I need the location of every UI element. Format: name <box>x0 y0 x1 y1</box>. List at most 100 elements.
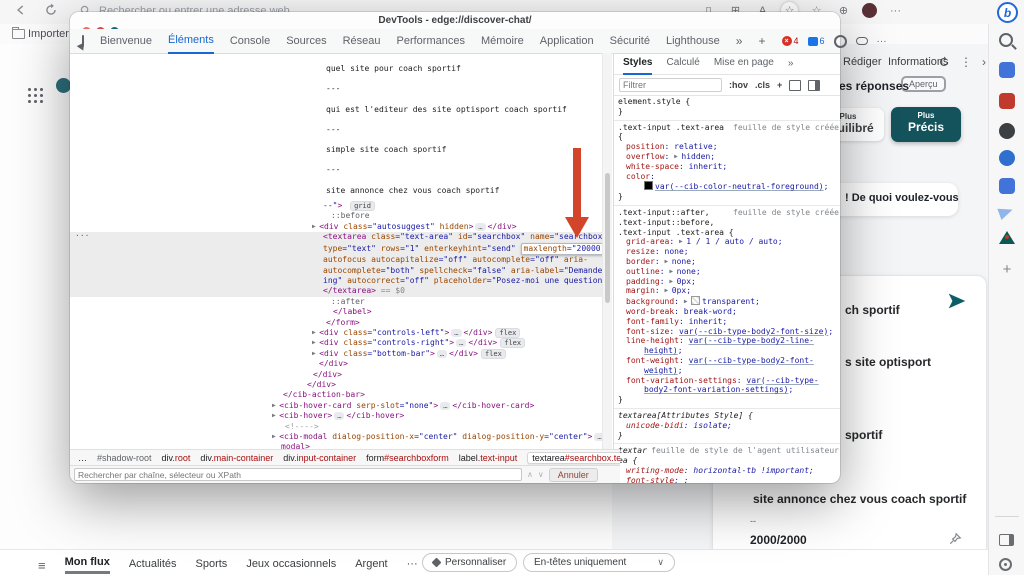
dom-tree-row[interactable]: </form> <box>70 318 612 328</box>
dom-tree-row[interactable]: --"> grid <box>70 201 612 211</box>
css-line[interactable]: resize: none; <box>614 247 840 257</box>
styles-tab-mise en page[interactable]: Mise en page <box>714 53 774 73</box>
breadcrumb-item[interactable]: … <box>78 453 87 463</box>
css-line[interactable]: font-variation-settings: var(--cib-type- <box>614 376 840 386</box>
css-line[interactable]: .text-input .text-area { <box>614 228 840 238</box>
styles-more-tabs-icon[interactable]: » <box>788 54 794 74</box>
sidebar-panel-icon[interactable] <box>999 534 1014 546</box>
breadcrumb-item[interactable]: div.input-container <box>283 453 356 463</box>
reload-icon[interactable] <box>44 3 58 17</box>
css-line[interactable]: line-height: var(--cib-type-body2-line- <box>614 336 840 346</box>
attribute-edit-box[interactable]: maxlength="20000" <box>521 243 609 255</box>
css-line[interactable]: height); <box>614 346 840 356</box>
styles-tab-calculé[interactable]: Calculé <box>666 53 699 73</box>
dom-tree-row[interactable]: ▶ <cib-hover-card serp-slot="none">…</ci… <box>70 401 612 411</box>
css-line[interactable]: textarea[Attributes Style] { <box>614 411 840 421</box>
devtools-tab-performances[interactable]: Performances <box>397 30 465 53</box>
sidebar-tag-icon[interactable] <box>999 62 1015 78</box>
precise-tone-button[interactable]: Plus Précis <box>891 107 961 142</box>
feed-tab-actualités[interactable]: Actualités <box>129 558 177 573</box>
headers-only-dropdown[interactable]: En-têtes uniquement ∨ <box>523 553 675 572</box>
add-tab-icon[interactable]: + <box>758 34 765 48</box>
dom-tree-row[interactable]: </div> <box>70 359 612 369</box>
sidebar-tree-icon[interactable] <box>999 231 1015 244</box>
devtools-tab-mémoire[interactable]: Mémoire <box>481 30 524 53</box>
css-line[interactable]: unicode-bidi: isolate; <box>614 421 840 431</box>
dom-tree-row[interactable]: ing" autocorrect="off" placeholder="Pose… <box>70 276 612 286</box>
devtools-tab-console[interactable]: Console <box>230 30 270 53</box>
chat-more-icon[interactable]: ⋮ <box>960 55 972 69</box>
send-icon[interactable] <box>946 290 968 312</box>
sidebar-add-icon[interactable]: + <box>999 262 1015 278</box>
breadcrumb-item[interactable]: label.text-input <box>459 453 518 463</box>
css-line[interactable]: writing-mode: horizontal-tb !important; <box>614 466 840 476</box>
css-line[interactable]: position: relative; <box>614 142 840 152</box>
dom-text-row[interactable]: simple site coach sportif <box>70 140 612 160</box>
css-line[interactable]: } <box>614 395 840 405</box>
devtools-settings-icon[interactable] <box>834 35 847 48</box>
css-line[interactable]: font-weight: var(--cib-type-body2-font- <box>614 356 840 366</box>
dom-text-row[interactable]: --- <box>70 79 612 99</box>
devtools-tab-application[interactable]: Application <box>540 30 594 53</box>
dom-tree-row[interactable]: autocomplete="both" spellcheck="false" a… <box>70 266 612 276</box>
css-line[interactable]: outline: ▶ none; <box>614 267 840 277</box>
elements-scrollbar[interactable] <box>602 53 612 450</box>
breadcrumb-item[interactable]: form#searchboxform <box>366 453 449 463</box>
dom-tree-row[interactable]: autofocus autocapitalize="off" autocompl… <box>70 255 612 265</box>
devtools-tab-lighthouse[interactable]: Lighthouse <box>666 30 720 53</box>
hover-state-toggle[interactable]: :hov <box>729 80 748 90</box>
dom-tree-row[interactable]: </div> <box>70 370 612 380</box>
styles-filter-input[interactable] <box>619 78 722 92</box>
devtools-tab-éléments[interactable]: Éléments <box>168 29 214 54</box>
css-line[interactable]: var(--cib-color-neutral-foreground); <box>614 181 840 192</box>
class-toggle[interactable]: .cls <box>755 80 770 90</box>
dom-tree-row[interactable]: <!----> <box>70 422 612 432</box>
search-prev-icon[interactable]: ∧ <box>527 470 533 479</box>
css-line[interactable]: .text-input::before, <box>614 218 840 228</box>
devtools-tab-sécurité[interactable]: Sécurité <box>610 30 650 53</box>
styles-tab-styles[interactable]: Styles <box>623 53 652 75</box>
dom-tree-row[interactable]: ▶ <div class="bottom-bar">…</div>flex <box>70 349 612 359</box>
css-line[interactable]: font-style: ; <box>614 476 840 483</box>
css-line[interactable]: ea { <box>614 456 840 466</box>
dom-text-row[interactable]: --- <box>70 160 612 180</box>
css-line[interactable]: border: ▶ none; <box>614 257 840 267</box>
css-line[interactable]: overflow: ▶ hidden; <box>614 152 840 162</box>
css-line[interactable]: background: ▶ transparent; <box>614 296 840 307</box>
chat-expand-icon[interactable]: › <box>982 55 986 69</box>
breadcrumb-item[interactable]: textarea#searchbox.text-area <box>527 452 620 464</box>
dom-tree-row[interactable]: ▶ <cib-modal dialog-position-x="center" … <box>70 432 612 442</box>
breadcrumb-item[interactable]: #shadow-root <box>97 453 152 463</box>
devtools-more-icon[interactable]: ··· <box>877 36 887 47</box>
css-line[interactable]: padding: ▶ 0px; <box>614 277 840 287</box>
sidebar-m365-icon[interactable] <box>999 178 1015 194</box>
new-style-rule-button[interactable]: + <box>777 80 782 90</box>
breadcrumb-item[interactable]: div.main-container <box>200 453 273 463</box>
inspect-element-icon[interactable] <box>82 35 84 47</box>
insights-tab[interactable]: Informations <box>888 56 949 68</box>
css-line[interactable]: weight); <box>614 366 840 376</box>
dom-tree-row[interactable]: </textarea> == $0 <box>70 286 612 296</box>
dom-tree-row[interactable]: ::after <box>70 297 612 307</box>
dom-text-row[interactable]: qui est l'editeur des site optisport coa… <box>70 100 612 120</box>
css-line[interactable]: margin: ▶ 0px; <box>614 286 840 296</box>
more-menu-icon[interactable]: ··· <box>887 2 904 19</box>
personalize-button[interactable]: Personnaliser <box>422 553 517 572</box>
sidebar-plane-icon[interactable] <box>997 204 1014 220</box>
css-line[interactable]: color: <box>614 172 840 182</box>
bing-logo-icon[interactable]: b <box>997 2 1018 23</box>
devtools-link-icon[interactable] <box>856 37 868 45</box>
feed-tab-argent[interactable]: Argent <box>355 558 387 573</box>
css-line[interactable]: element.style { <box>614 97 840 107</box>
feed-tab-mon-flux[interactable]: Mon flux <box>65 556 110 574</box>
profile-avatar[interactable] <box>862 3 877 18</box>
error-badge[interactable]: ×4 <box>782 36 799 46</box>
dom-tree-row[interactable]: <textarea class="text-area" id="searchbo… <box>70 232 612 242</box>
css-line[interactable]: } <box>614 192 840 202</box>
feed-more-icon[interactable]: ··· <box>407 558 418 573</box>
sidebar-people-icon[interactable] <box>999 123 1015 139</box>
feed-tab-jeux-occasionnels[interactable]: Jeux occasionnels <box>246 558 336 573</box>
app-launcher-icon[interactable] <box>28 88 44 104</box>
breadcrumb-item[interactable]: div.root <box>162 453 191 463</box>
sidebar-search-icon[interactable] <box>999 33 1013 47</box>
